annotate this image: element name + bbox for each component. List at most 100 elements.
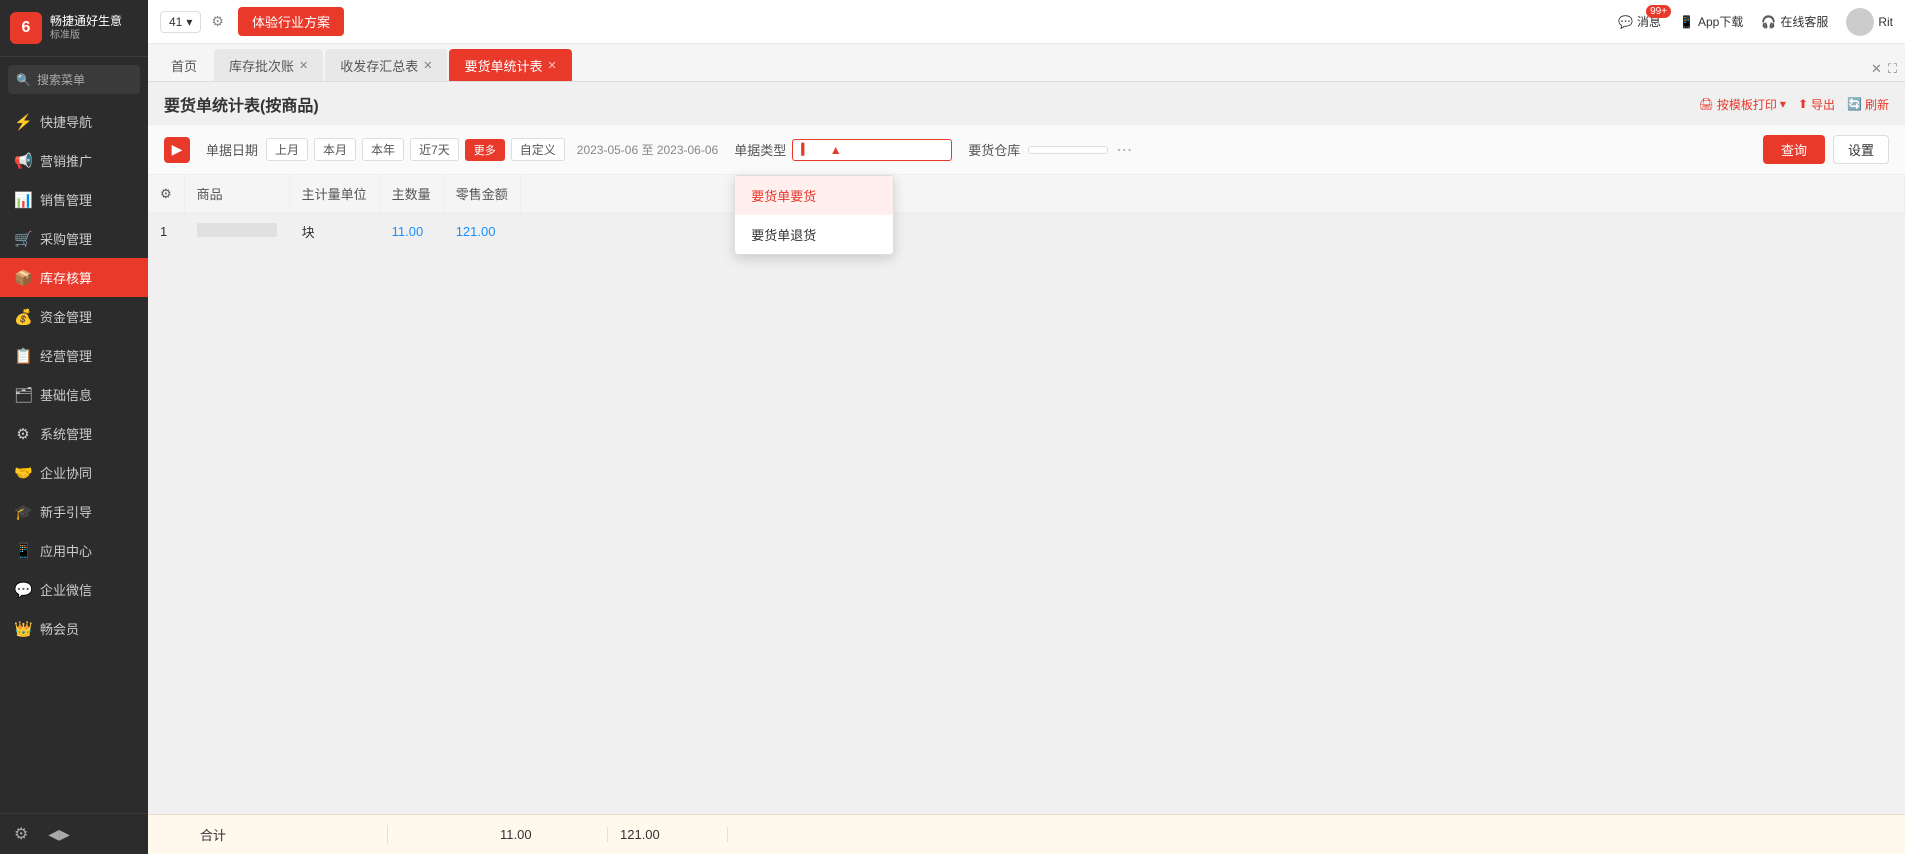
marketing-icon: 📢 (14, 152, 32, 170)
cell-amount: 121.00 (443, 213, 520, 251)
settings-button[interactable]: 设置 (1833, 135, 1889, 164)
date-btn-7days[interactable]: 近7天 (410, 138, 459, 161)
sidebar-item-wechat[interactable]: 💬 企业微信 (0, 570, 148, 609)
warehouse-filter-group: 要货仓库 ⋯ (968, 140, 1132, 160)
app-download-button[interactable]: 📱 App下载 (1679, 13, 1743, 30)
sidebar-item-finance[interactable]: 💰 资金管理 (0, 297, 148, 336)
data-table: ⚙ 商品 主计量单位 主数量 零售金额 1 (148, 175, 1905, 251)
content-body: 要货单统计表(按商品) 🖨 按模板打印 ▾ ⬆ 导出 🔄 刷新 (148, 82, 1905, 854)
query-button[interactable]: 查询 (1763, 135, 1825, 164)
date-btn-custom[interactable]: 自定义 (511, 138, 565, 161)
cell-unit: 块 (289, 213, 379, 251)
user-name: Rit (1878, 15, 1893, 29)
online-service-label: 在线客服 (1780, 13, 1828, 30)
topbar-right: 💬 消息 99+ 📱 App下载 🎧 在线客服 Rit (1618, 8, 1893, 36)
col-settings[interactable]: ⚙ (148, 175, 184, 213)
page-header: 要货单统计表(按商品) 🖨 按模板打印 ▾ ⬆ 导出 🔄 刷新 (148, 82, 1905, 125)
sidebar-item-operations[interactable]: 📋 经营管理 (0, 336, 148, 375)
sidebar-item-sales[interactable]: 📊 销售管理 (0, 180, 148, 219)
table-body: 1 块 11.00 121.00 (148, 213, 1905, 251)
tab-order-close[interactable]: ✕ (548, 59, 557, 72)
sidebar-item-guide[interactable]: 🎓 新手引导 (0, 492, 148, 531)
col-settings-icon: ⚙ (160, 186, 172, 201)
sidebar-search[interactable]: 🔍 搜索菜单 (8, 65, 140, 94)
doc-type-label: 单据类型 (734, 140, 786, 159)
dropdown-item-order-goods[interactable]: 要货单要货 (735, 176, 893, 215)
collapse-icon[interactable]: ◀▶ (48, 826, 70, 843)
sidebar-item-enterprise[interactable]: 🤝 企业协同 (0, 453, 148, 492)
date-btn-up[interactable]: 上月 (266, 138, 308, 161)
page-actions: 🖨 按模板打印 ▾ ⬆ 导出 🔄 刷新 (1699, 96, 1889, 113)
tab-order[interactable]: 要货单统计表 ✕ (449, 49, 571, 81)
print-chevron-icon: ▾ (1780, 97, 1786, 111)
online-service-button[interactable]: 🎧 在线客服 (1761, 13, 1828, 30)
footer-qty: 11.00 (488, 827, 608, 842)
col-goods: 商品 (184, 175, 289, 213)
settings-icon[interactable]: ⚙ (14, 824, 28, 844)
dropdown-chevron-icon: ▾ (186, 15, 192, 29)
refresh-button[interactable]: 🔄 刷新 (1847, 96, 1889, 113)
sidebar-item-marketing[interactable]: 📢 营销推广 (0, 141, 148, 180)
sidebar-item-basic[interactable]: 🗂 基础信息 (0, 375, 148, 414)
expand-icon: ▶ (172, 141, 183, 158)
purchase-icon: 🛒 (14, 230, 32, 248)
avatar-image (1846, 8, 1874, 36)
app-download-label: App下载 (1698, 13, 1743, 30)
filter-bar: ▶ 单据日期 上月 本月 本年 近7天 更多 自定义 2023-05-06 至 … (148, 125, 1905, 175)
tab-batch-close[interactable]: ✕ (299, 59, 308, 72)
wechat-icon: 💬 (14, 581, 32, 599)
date-btn-current[interactable]: 本月 (314, 138, 356, 161)
messages-button[interactable]: 💬 消息 99+ (1618, 13, 1661, 30)
date-btn-year[interactable]: 本年 (362, 138, 404, 161)
sidebar-item-system[interactable]: ⚙ 系统管理 (0, 414, 148, 453)
doc-type-select[interactable]: ▍ ▲ (792, 139, 952, 161)
filter-expand-button[interactable]: ▶ (164, 137, 190, 163)
date-shortcuts: 上月 本月 本年 近7天 更多 自定义 (266, 138, 565, 161)
cell-empty (520, 213, 1904, 251)
sidebar-item-inventory[interactable]: 📦 库存核算 (0, 258, 148, 297)
promo-button[interactable]: 体验行业方案 (238, 7, 344, 36)
dropdown-item-order-return[interactable]: 要货单退货 (735, 215, 893, 254)
date-btn-more[interactable]: 更多 (465, 139, 505, 161)
user-avatar[interactable]: Rit (1846, 8, 1893, 36)
tab-batch[interactable]: 库存批次账 ✕ (214, 49, 323, 81)
breadcrumb-select[interactable]: 41 ▾ (160, 11, 201, 33)
appstore-icon: 📱 (14, 542, 32, 560)
sidebar-bottom: ⚙ ◀▶ (0, 813, 148, 854)
date-range-display: 2023-05-06 至 2023-06-06 (577, 141, 718, 158)
tab-maximize-icon[interactable]: ⛶ (1888, 61, 1897, 77)
doc-type-dropdown: 要货单要货 要货单退货 (734, 175, 894, 255)
date-filter-label: 单据日期 (206, 140, 258, 159)
tab-receive-close[interactable]: ✕ (423, 59, 432, 72)
warehouse-select[interactable] (1028, 146, 1108, 154)
table-wrap: ⚙ 商品 主计量单位 主数量 零售金额 1 (148, 175, 1905, 814)
sidebar-item-vip[interactable]: 👑 畅会员 (0, 609, 148, 648)
sidebar-item-purchase[interactable]: 🛒 采购管理 (0, 219, 148, 258)
col-qty: 主数量 (379, 175, 443, 213)
search-icon: 🔍 (16, 73, 31, 87)
tab-receive[interactable]: 收发存汇总表 ✕ (325, 49, 447, 81)
logo-icon: 6 (10, 12, 42, 44)
table-footer: 合计 11.00 121.00 (148, 814, 1905, 854)
inventory-icon: 📦 (14, 269, 32, 287)
col-empty (520, 175, 1904, 213)
refresh-icon: 🔄 (1847, 97, 1862, 111)
service-icon: 🎧 (1761, 15, 1776, 29)
page-title: 要货单统计表(按商品) (164, 92, 319, 116)
sidebar-item-shortcut[interactable]: ⚡ 快捷导航 (0, 102, 148, 141)
col-unit: 主计量单位 (289, 175, 379, 213)
tabbar-actions: ✕ ⛶ (1871, 61, 1897, 81)
sidebar-item-appstore[interactable]: 📱 应用中心 (0, 531, 148, 570)
export-icon: ⬆ (1798, 97, 1808, 111)
footer-amount: 121.00 (608, 827, 728, 842)
download-icon: 📱 (1679, 15, 1694, 29)
basic-icon: 🗂 (14, 386, 32, 404)
warehouse-more-icon[interactable]: ⋯ (1116, 140, 1132, 160)
tab-home[interactable]: 首页 (156, 49, 212, 81)
cell-goods (184, 213, 289, 251)
print-button[interactable]: 🖨 按模板打印 ▾ (1699, 96, 1786, 113)
tab-close-all-icon[interactable]: ✕ (1871, 61, 1882, 77)
message-icon: 💬 (1618, 15, 1633, 29)
topbar-settings-icon[interactable]: ⚙ (211, 13, 224, 30)
export-button[interactable]: ⬆ 导出 (1798, 96, 1835, 113)
